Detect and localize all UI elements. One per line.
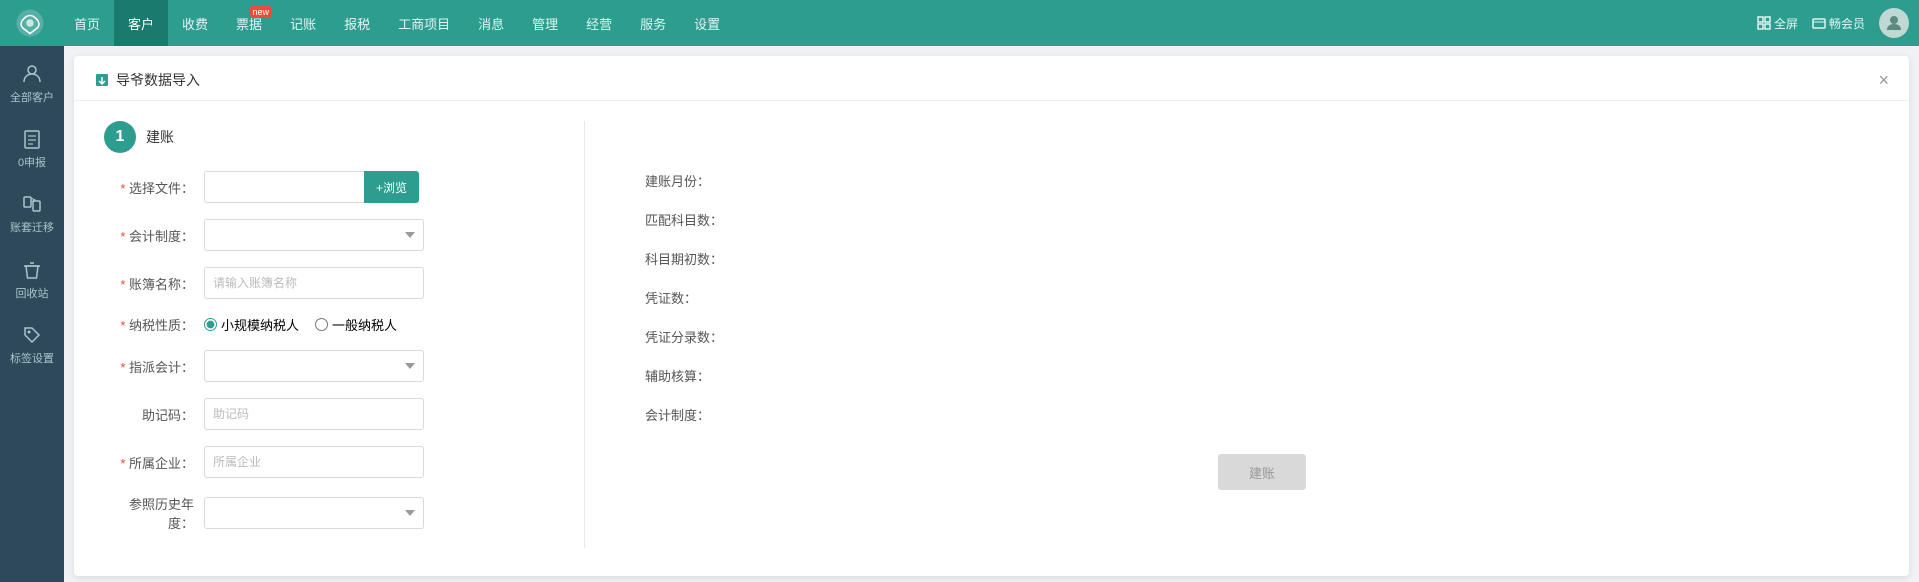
month-row: 建账月份： [645,171,1879,190]
accountant-row: 指派会计： [104,350,564,382]
nav-right: 全屏 畅会员 [1757,8,1909,38]
match-accounts-label: 匹配科目数： [645,210,745,229]
ledger-name-input[interactable] [204,267,424,299]
sidebar-item-label: 0申报 [18,157,46,170]
dialog-body: 1 建账 选择文件： +浏览 会计制度： [74,101,1909,568]
tax-small-label: 小规模纳税人 [221,315,299,334]
company-label: 所属企业： [104,453,194,472]
accounting-system-row: 会计制度： [104,219,564,251]
info-accounting-system-label: 会计制度： [645,405,745,424]
migrate-icon [18,190,46,218]
section-divider [584,121,585,548]
tax-small-option[interactable]: 小规模纳税人 [204,315,299,334]
sidebar-item-tags[interactable]: 标签设置 [0,311,64,376]
fullscreen-btn[interactable]: 全屏 [1757,15,1798,32]
sidebar-item-zero-declaration[interactable]: 0申报 [0,115,64,180]
sidebar: 全部客户 0申报 账套迁移 [0,46,64,582]
dialog-close-button[interactable]: × [1878,71,1889,89]
app-layout: 全部客户 0申报 账套迁移 [0,46,1919,582]
tag-icon [18,321,46,349]
member-btn[interactable]: 畅会员 [1812,15,1865,32]
nav-operations[interactable]: 经营 [572,0,626,46]
info-accounting-system-row: 会计制度： [645,405,1879,424]
top-nav: 首页 客户 收费 票据 new 记账 报税 工商项目 消息 管理 经营 服务 设… [0,0,1919,46]
reference-year-select[interactable] [204,497,424,529]
nav-menu: 首页 客户 收费 票据 new 记账 报税 工商项目 消息 管理 经营 服务 设… [60,0,1757,46]
accounting-system-select[interactable] [204,219,424,251]
file-row: 选择文件： +浏览 [104,171,564,203]
tax-general-label: 一般纳税人 [332,315,397,334]
dialog-title: 导爷数据导入 [116,70,200,90]
nav-manage[interactable]: 管理 [518,0,572,46]
nav-messages[interactable]: 消息 [464,0,518,46]
reference-year-label: 参照历史年度： [104,494,194,532]
month-label: 建账月份： [645,171,745,190]
memo-input[interactable] [204,398,424,430]
nav-services[interactable]: 服务 [626,0,680,46]
sidebar-item-label: 回收站 [16,288,49,301]
user-avatar[interactable] [1879,8,1909,38]
step-label: 建账 [146,127,174,147]
tax-type-label: 纳税性质： [104,315,194,334]
main-content: 导爷数据导入 × 1 建账 选择文件： [64,46,1919,582]
nav-business[interactable]: 工商项目 [384,0,464,46]
tax-general-option[interactable]: 一般纳税人 [315,315,397,334]
vouchers-row: 凭证数： [645,288,1879,307]
voucher-entries-label: 凭证分录数： [645,327,745,346]
vouchers-label: 凭证数： [645,288,745,307]
auxiliary-label: 辅助核算： [645,366,745,385]
ledger-name-row: 账簿名称： [104,267,564,299]
sidebar-item-label: 标签设置 [10,353,54,366]
company-input[interactable] [204,446,424,478]
tax-type-row: 纳税性质： 小规模纳税人 一般纳税人 [104,315,564,334]
reference-year-row: 参照历史年度： [104,494,564,532]
nav-settings[interactable]: 设置 [680,0,734,46]
nav-invoices[interactable]: 票据 new [222,0,276,46]
import-dialog: 导爷数据导入 × 1 建账 选择文件： [74,56,1909,576]
memo-label: 助记码： [104,405,194,424]
user-icon [18,60,46,88]
sidebar-item-trash[interactable]: 回收站 [0,246,64,311]
accountant-select[interactable] [204,350,424,382]
browse-button[interactable]: +浏览 [364,171,419,203]
auxiliary-row: 辅助核算： [645,366,1879,385]
file-input-group: +浏览 [204,171,419,203]
trash-icon [18,256,46,284]
nav-home[interactable]: 首页 [60,0,114,46]
memo-row: 助记码： [104,398,564,430]
step-header: 1 建账 [104,121,564,153]
form-section: 1 建账 选择文件： +浏览 会计制度： [104,121,564,548]
sidebar-item-migrate[interactable]: 账套迁移 [0,180,64,245]
dialog-title-area: 导爷数据导入 [94,70,200,90]
tax-type-group: 小规模纳税人 一般纳税人 [204,315,397,334]
ledger-name-label: 账簿名称： [104,274,194,293]
period-initial-row: 科目期初数： [645,249,1879,268]
info-section: 建账月份： 匹配科目数： 科目期初数： 凭证数： [605,121,1879,548]
import-icon [94,72,110,88]
report-icon [18,125,46,153]
accountant-label: 指派会计： [104,357,194,376]
accounting-system-label: 会计制度： [104,226,194,245]
nav-bookkeeping[interactable]: 记账 [276,0,330,46]
company-row: 所属企业： [104,446,564,478]
file-input[interactable] [204,171,364,203]
period-initial-label: 科目期初数： [645,249,745,268]
match-accounts-row: 匹配科目数： [645,210,1879,229]
nav-fees[interactable]: 收费 [168,0,222,46]
build-btn-row: 建账 [645,444,1879,490]
build-account-button[interactable]: 建账 [1218,454,1306,490]
sidebar-item-all-customers[interactable]: 全部客户 [0,50,64,115]
new-badge: new [250,6,273,18]
file-label: 选择文件： [104,178,194,197]
sidebar-item-label: 账套迁移 [10,222,54,235]
sidebar-item-label: 全部客户 [10,92,54,105]
dialog-header: 导爷数据导入 × [74,56,1909,101]
nav-customer[interactable]: 客户 [114,0,168,46]
voucher-entries-row: 凭证分录数： [645,327,1879,346]
step-circle: 1 [104,121,136,153]
nav-tax[interactable]: 报税 [330,0,384,46]
app-logo [10,3,50,43]
